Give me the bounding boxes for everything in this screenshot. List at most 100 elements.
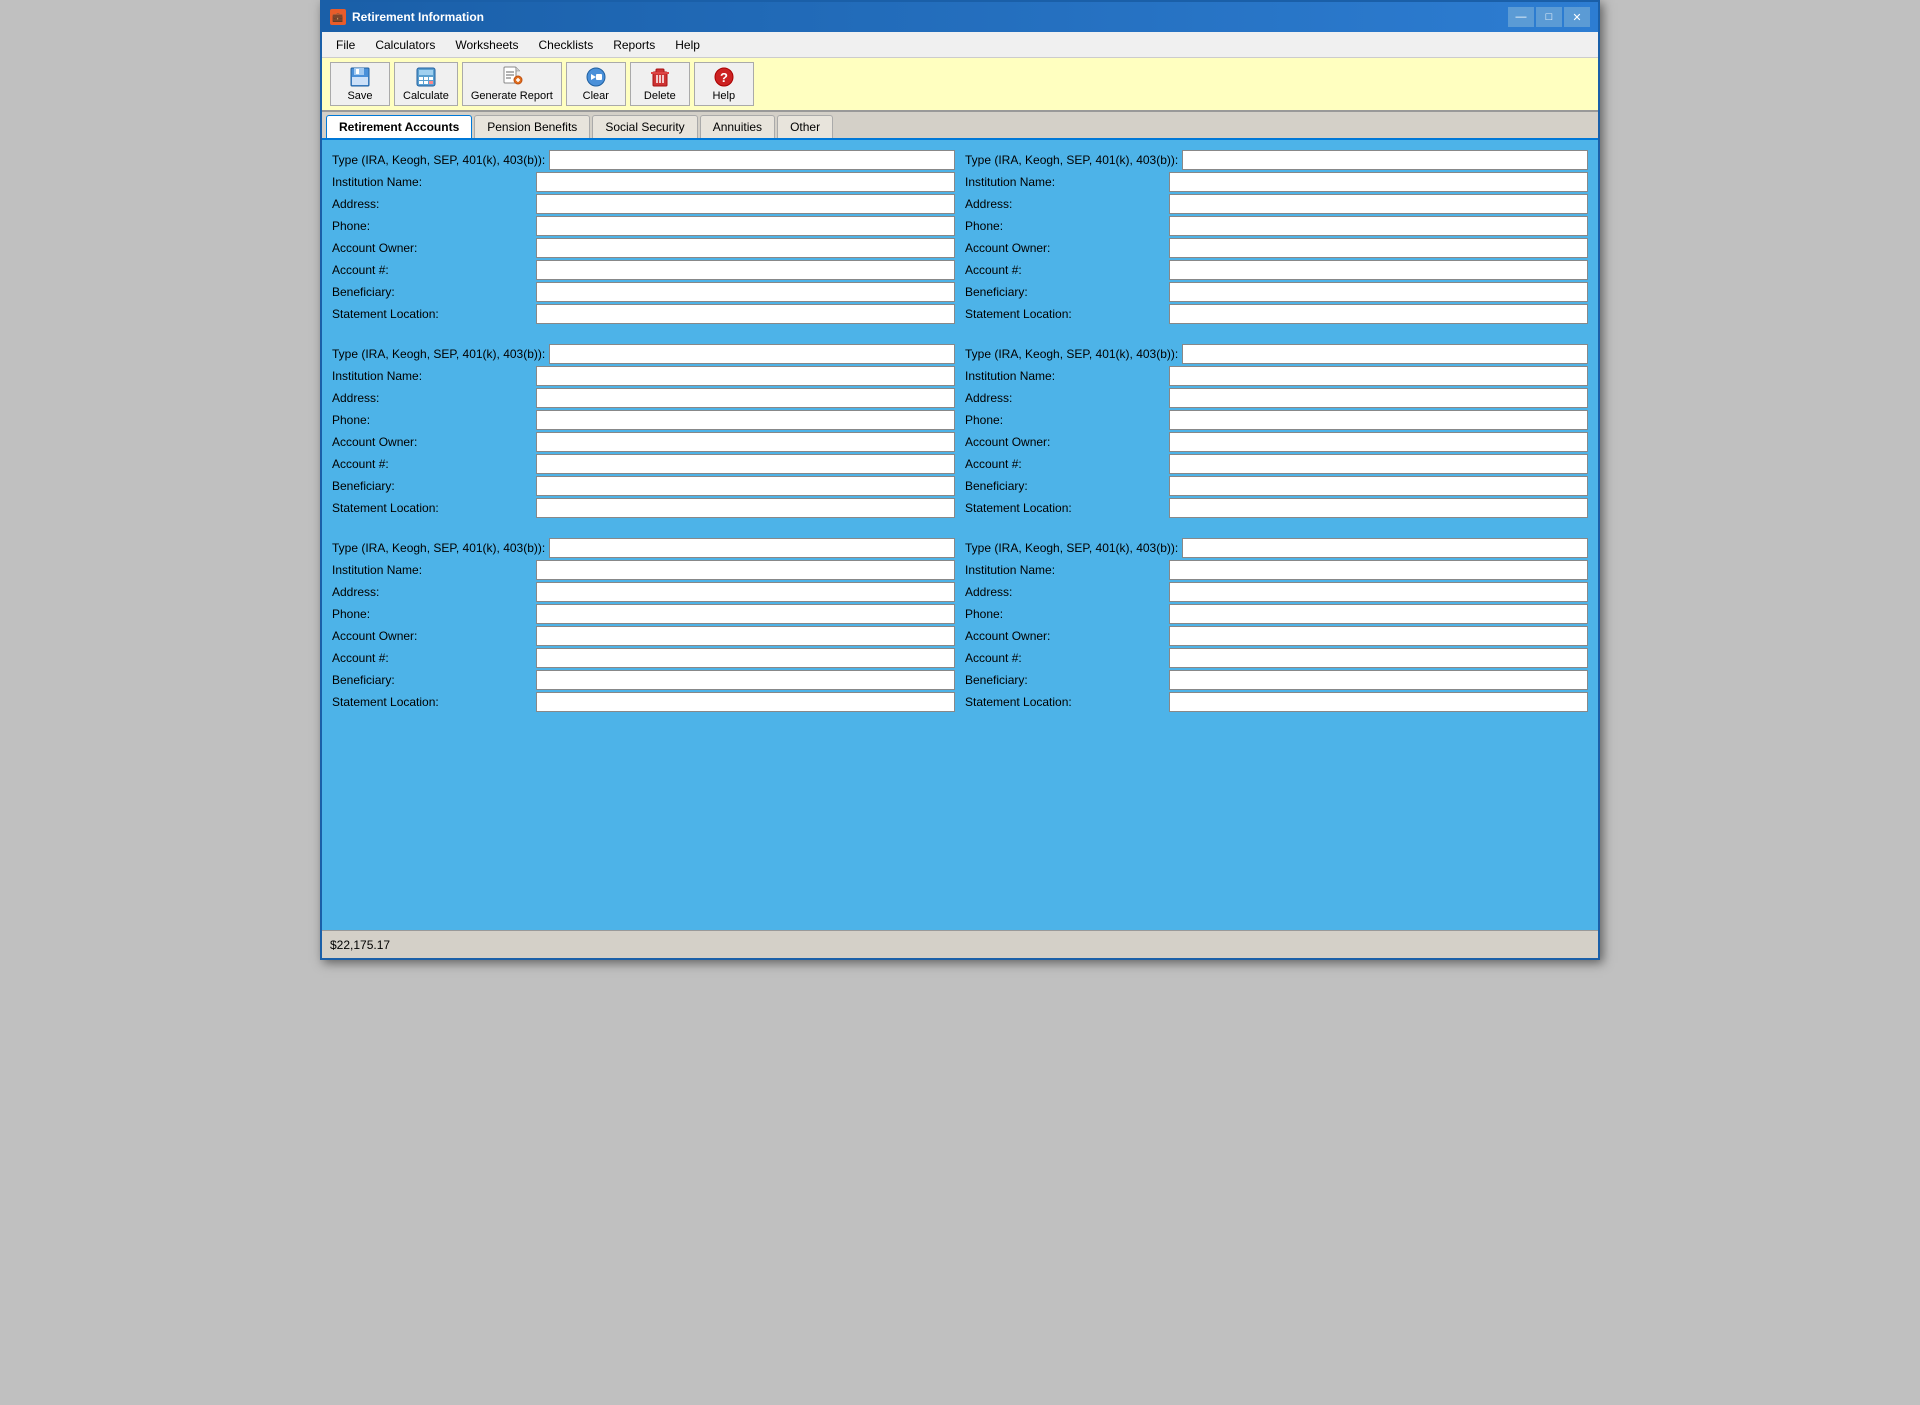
acctnum-input-r1[interactable] — [1169, 260, 1588, 280]
institution-input-r2[interactable] — [1169, 366, 1588, 386]
tab-other[interactable]: Other — [777, 115, 833, 138]
institution-input-r1[interactable] — [1169, 172, 1588, 192]
type-label-r3: Type (IRA, Keogh, SEP, 401(k), 403(b)): — [965, 541, 1178, 555]
menu-file[interactable]: File — [326, 35, 365, 55]
beneficiary-label-l2: Beneficiary: — [332, 479, 532, 493]
delete-button[interactable]: Delete — [630, 62, 690, 106]
menu-calculators[interactable]: Calculators — [365, 35, 445, 55]
phone-input-r2[interactable] — [1169, 410, 1588, 430]
statement-input-r3[interactable] — [1169, 692, 1588, 712]
phone-label-l3: Phone: — [332, 607, 532, 621]
address-input-r2[interactable] — [1169, 388, 1588, 408]
generate-report-icon — [500, 66, 524, 88]
minimize-button[interactable]: — — [1508, 7, 1534, 27]
owner-input-l2[interactable] — [536, 432, 955, 452]
save-label: Save — [347, 90, 372, 102]
menu-help[interactable]: Help — [665, 35, 710, 55]
tab-annuities[interactable]: Annuities — [700, 115, 775, 138]
acctnum-input-r3[interactable] — [1169, 648, 1588, 668]
right-col-3: Type (IRA, Keogh, SEP, 401(k), 403(b)): … — [965, 538, 1588, 714]
help-button[interactable]: ? Help — [694, 62, 754, 106]
acctnum-label-r3: Account #: — [965, 651, 1165, 665]
acctnum-input-l1[interactable] — [536, 260, 955, 280]
phone-input-r1[interactable] — [1169, 216, 1588, 236]
calculate-button[interactable]: Calculate — [394, 62, 458, 106]
phone-input-l3[interactable] — [536, 604, 955, 624]
beneficiary-input-l2[interactable] — [536, 476, 955, 496]
address-input-l2[interactable] — [536, 388, 955, 408]
type-input-l3[interactable] — [549, 538, 955, 558]
statement-input-l1[interactable] — [536, 304, 955, 324]
type-label-r2: Type (IRA, Keogh, SEP, 401(k), 403(b)): — [965, 347, 1178, 361]
generate-report-button[interactable]: Generate Report — [462, 62, 562, 106]
owner-input-l3[interactable] — [536, 626, 955, 646]
type-input-l2[interactable] — [549, 344, 955, 364]
institution-input-l3[interactable] — [536, 560, 955, 580]
owner-input-r3[interactable] — [1169, 626, 1588, 646]
delete-icon — [648, 66, 672, 88]
address-input-l3[interactable] — [536, 582, 955, 602]
owner-input-r2[interactable] — [1169, 432, 1588, 452]
acctnum-label-l1: Account #: — [332, 263, 532, 277]
acctnum-label-r2: Account #: — [965, 457, 1165, 471]
svg-text:?: ? — [720, 70, 728, 85]
calculate-icon — [414, 66, 438, 88]
beneficiary-input-r2[interactable] — [1169, 476, 1588, 496]
beneficiary-label-r3: Beneficiary: — [965, 673, 1165, 687]
beneficiary-input-r1[interactable] — [1169, 282, 1588, 302]
menu-reports[interactable]: Reports — [603, 35, 665, 55]
clear-button[interactable]: Clear — [566, 62, 626, 106]
beneficiary-input-l1[interactable] — [536, 282, 955, 302]
menu-bar: File Calculators Worksheets Checklists R… — [322, 32, 1598, 58]
menu-checklists[interactable]: Checklists — [529, 35, 604, 55]
acctnum-input-l2[interactable] — [536, 454, 955, 474]
address-input-r1[interactable] — [1169, 194, 1588, 214]
save-button[interactable]: Save — [330, 62, 390, 106]
phone-label-l1: Phone: — [332, 219, 532, 233]
type-input-r1[interactable] — [1182, 150, 1588, 170]
statement-input-r1[interactable] — [1169, 304, 1588, 324]
statement-label-r3: Statement Location: — [965, 695, 1165, 709]
owner-input-r1[interactable] — [1169, 238, 1588, 258]
tab-retirement-accounts[interactable]: Retirement Accounts — [326, 115, 472, 138]
phone-input-l1[interactable] — [536, 216, 955, 236]
address-label-r2: Address: — [965, 391, 1165, 405]
institution-input-l1[interactable] — [536, 172, 955, 192]
institution-input-l2[interactable] — [536, 366, 955, 386]
tab-pension-benefits[interactable]: Pension Benefits — [474, 115, 590, 138]
type-input-r3[interactable] — [1182, 538, 1588, 558]
acctnum-input-l3[interactable] — [536, 648, 955, 668]
beneficiary-input-r3[interactable] — [1169, 670, 1588, 690]
menu-worksheets[interactable]: Worksheets — [445, 35, 528, 55]
phone-input-r3[interactable] — [1169, 604, 1588, 624]
calculate-label: Calculate — [403, 90, 449, 102]
statement-label-l3: Statement Location: — [332, 695, 532, 709]
close-button[interactable]: ✕ — [1564, 7, 1590, 27]
type-input-l1[interactable] — [549, 150, 955, 170]
type-input-r2[interactable] — [1182, 344, 1588, 364]
institution-label-r1: Institution Name: — [965, 175, 1165, 189]
owner-label-l3: Account Owner: — [332, 629, 532, 643]
tab-social-security[interactable]: Social Security — [592, 115, 697, 138]
statement-input-l3[interactable] — [536, 692, 955, 712]
address-input-l1[interactable] — [536, 194, 955, 214]
institution-input-r3[interactable] — [1169, 560, 1588, 580]
statement-label-r2: Statement Location: — [965, 501, 1165, 515]
phone-label-r2: Phone: — [965, 413, 1165, 427]
statement-input-l2[interactable] — [536, 498, 955, 518]
phone-label-l2: Phone: — [332, 413, 532, 427]
type-label-l3: Type (IRA, Keogh, SEP, 401(k), 403(b)): — [332, 541, 545, 555]
save-icon — [348, 66, 372, 88]
maximize-button[interactable]: □ — [1536, 7, 1562, 27]
acctnum-label-r1: Account #: — [965, 263, 1165, 277]
owner-label-l2: Account Owner: — [332, 435, 532, 449]
institution-label-r3: Institution Name: — [965, 563, 1165, 577]
owner-input-l1[interactable] — [536, 238, 955, 258]
beneficiary-input-l3[interactable] — [536, 670, 955, 690]
acctnum-label-l2: Account #: — [332, 457, 532, 471]
acctnum-input-r2[interactable] — [1169, 454, 1588, 474]
phone-input-l2[interactable] — [536, 410, 955, 430]
statement-input-r2[interactable] — [1169, 498, 1588, 518]
address-input-r3[interactable] — [1169, 582, 1588, 602]
title-bar: 💼 Retirement Information — □ ✕ — [322, 2, 1598, 32]
